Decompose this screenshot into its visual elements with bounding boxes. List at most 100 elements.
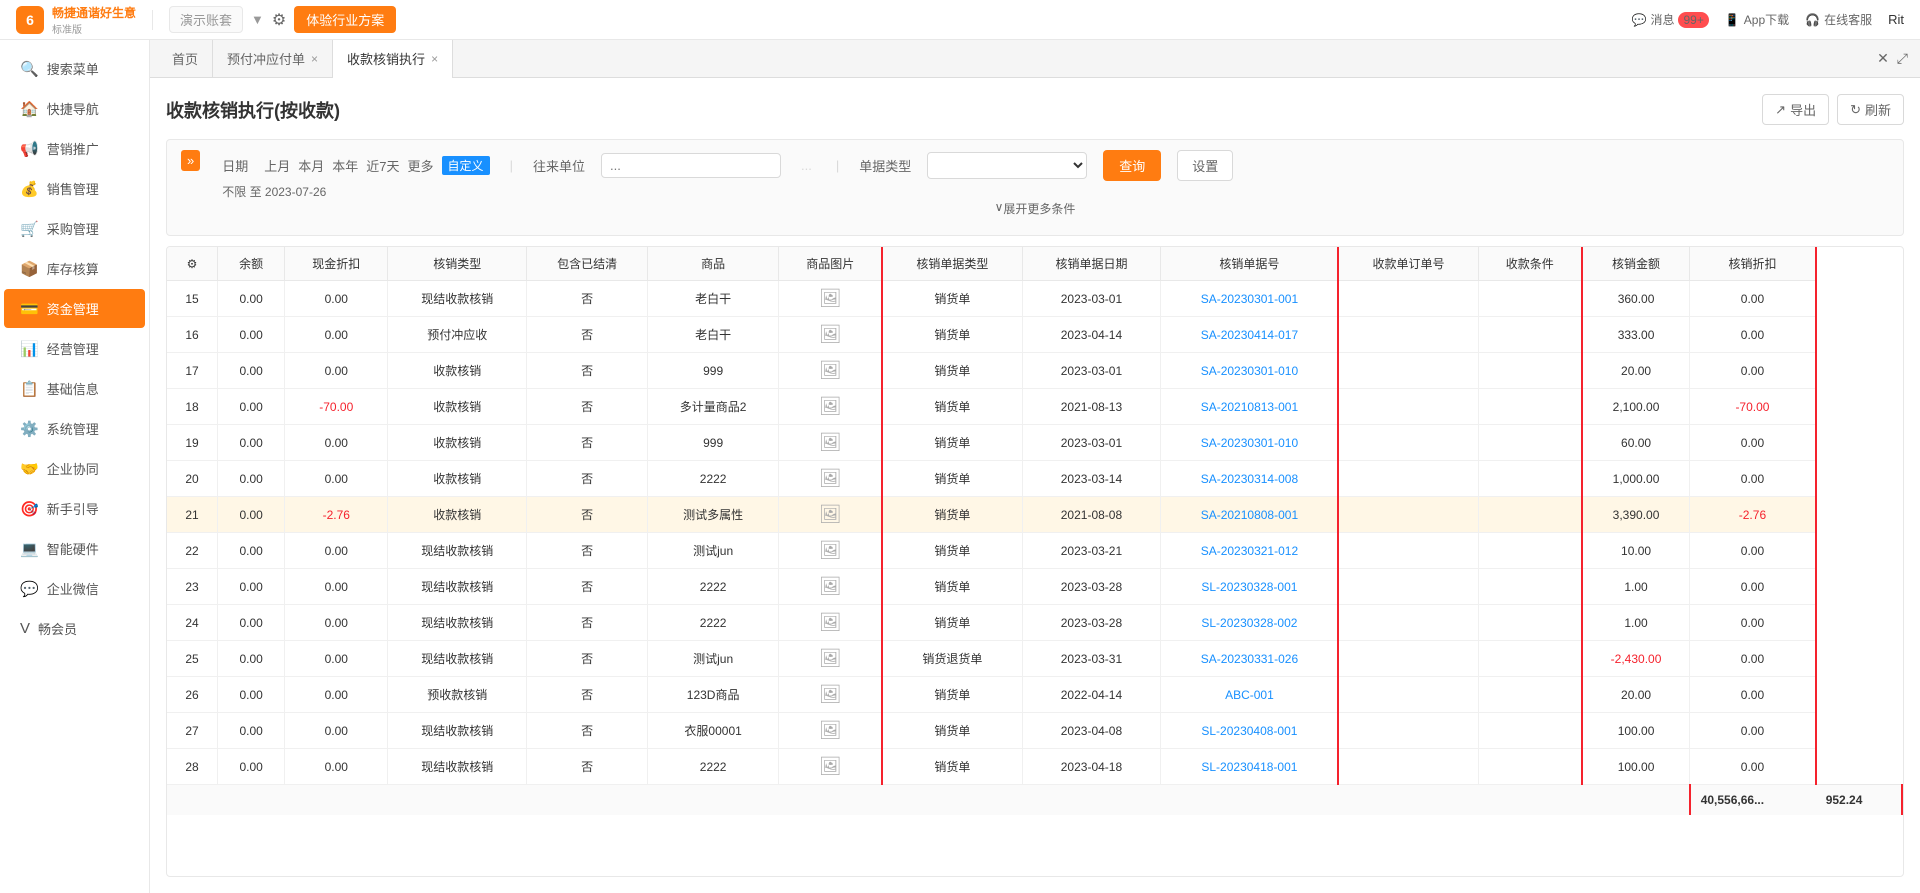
row-no: 27 — [167, 713, 218, 749]
sidebar-label-member: 畅会员 — [38, 619, 77, 638]
app-download-btn[interactable]: 📱 App下载 — [1725, 11, 1789, 28]
row-doc-date: 2023-04-14 — [1022, 317, 1161, 353]
row-doc-no[interactable]: SA-20230321-012 — [1161, 533, 1339, 569]
row-doc-no[interactable]: SA-20230414-017 — [1161, 317, 1339, 353]
sidebar-item-inventory[interactable]: 📦库存核算 — [4, 249, 145, 288]
row-doc-type: 销货单 — [882, 713, 1022, 749]
row-no: 18 — [167, 389, 218, 425]
row-doc-no[interactable]: SL-20230408-001 — [1161, 713, 1339, 749]
tab-close-prepay[interactable]: × — [311, 52, 318, 66]
main-layout: 🔍搜索菜单🏠快捷导航📢营销推广💰销售管理🛒采购管理📦库存核算💳资金管理📊经营管理… — [0, 40, 1920, 893]
this-month-link[interactable]: 本月 — [298, 156, 324, 175]
this-year-link[interactable]: 本年 — [332, 156, 358, 175]
sidebar-item-guide[interactable]: 🎯新手引导 — [4, 489, 145, 528]
row-cash-discount: 0.00 — [285, 353, 388, 389]
goods-image-icon: 🖼 — [819, 396, 842, 416]
th-doc_date: 核销单据日期 — [1022, 247, 1161, 281]
data-table: ⚙余额现金折扣核销类型包含已结清商品商品图片核销单据类型核销单据日期核销单据号收… — [167, 247, 1903, 815]
maximize-btn[interactable]: ⤢ — [1897, 50, 1908, 67]
sidebar-item-basic[interactable]: 📋基础信息 — [4, 369, 145, 408]
row-order-no — [1338, 713, 1478, 749]
row-doc-no[interactable]: SL-20230328-002 — [1161, 605, 1339, 641]
row-order-no — [1338, 497, 1478, 533]
row-include-settled: 否 — [527, 353, 648, 389]
sidebar-icon-collab: 🤝 — [20, 460, 39, 478]
gear-icon[interactable]: ⚙ — [272, 10, 286, 30]
row-doc-no[interactable]: SA-20230301-001 — [1161, 281, 1339, 317]
row-cash-discount: 0.00 — [285, 569, 388, 605]
row-balance: 0.00 — [218, 389, 285, 425]
row-write-off-type: 现结收款核销 — [388, 533, 527, 569]
goods-image-icon: 🖼 — [819, 324, 842, 344]
export-btn[interactable]: ↗ 导出 — [1762, 94, 1829, 125]
expand-conditions[interactable]: ∨ 展开更多条件 — [181, 200, 1889, 217]
sidebar-item-marketing[interactable]: 📢营销推广 — [4, 129, 145, 168]
row-include-settled: 否 — [527, 749, 648, 785]
goods-image-icon: 🖼 — [819, 684, 842, 704]
sidebar-item-system[interactable]: ⚙️系统管理 — [4, 409, 145, 448]
row-doc-no[interactable]: SL-20230418-001 — [1161, 749, 1339, 785]
last-month-link[interactable]: 上月 — [264, 156, 290, 175]
settings-btn[interactable]: 设置 — [1177, 150, 1233, 181]
dropdown-icon[interactable]: ▼ — [251, 12, 264, 27]
row-cash-discount: 0.00 — [285, 281, 388, 317]
footer-total-amount: 40,556,66... — [1690, 785, 1816, 816]
row-balance: 0.00 — [218, 317, 285, 353]
sidebar-item-collab[interactable]: 🤝企业协同 — [4, 449, 145, 488]
row-no: 26 — [167, 677, 218, 713]
row-goods: 2222 — [648, 569, 779, 605]
row-goods-img: 🖼 — [779, 497, 883, 533]
sidebar-item-finance[interactable]: 💳资金管理 — [4, 289, 145, 328]
close-window-btn[interactable]: ✕ — [1877, 50, 1889, 67]
refresh-btn[interactable]: ↻ 刷新 — [1837, 94, 1904, 125]
sidebar-item-search[interactable]: 🔍搜索菜单 — [4, 49, 145, 88]
sidebar-item-member[interactable]: V畅会员 — [4, 609, 145, 648]
tab-collection[interactable]: 收款核销执行× — [333, 40, 453, 78]
sidebar-item-wechat[interactable]: 💬企业微信 — [4, 569, 145, 608]
sidebar-icon-guide: 🎯 — [20, 500, 39, 518]
row-receipt-cond — [1478, 713, 1582, 749]
counterpart-input[interactable] — [601, 153, 781, 178]
filter-toggle-btn[interactable]: » — [181, 150, 200, 171]
company-name[interactable]: 演示账套 — [169, 6, 243, 33]
more-link[interactable]: 更多 — [408, 156, 434, 175]
doc-type-select[interactable] — [927, 152, 1087, 179]
query-btn[interactable]: 查询 — [1103, 150, 1161, 181]
row-include-settled: 否 — [527, 533, 648, 569]
goods-image-icon: 🖼 — [819, 720, 842, 740]
row-goods: 2222 — [648, 605, 779, 641]
custom-link[interactable]: 自定义 — [442, 156, 490, 175]
industry-btn[interactable]: 体验行业方案 — [294, 6, 396, 33]
last7-link[interactable]: 近7天 — [366, 156, 399, 175]
row-goods: 999 — [648, 425, 779, 461]
tab-close-collection[interactable]: × — [431, 52, 438, 66]
row-doc-no[interactable]: SA-20210808-001 — [1161, 497, 1339, 533]
row-doc-no[interactable]: SA-20230301-010 — [1161, 425, 1339, 461]
row-cash-discount: -70.00 — [285, 389, 388, 425]
sidebar-item-hardware[interactable]: 💻智能硬件 — [4, 529, 145, 568]
row-doc-no[interactable]: SA-20230314-008 — [1161, 461, 1339, 497]
sidebar-item-operation[interactable]: 📊经营管理 — [4, 329, 145, 368]
goods-image-icon: 🖼 — [819, 468, 842, 488]
tab-prepay[interactable]: 预付冲应付单× — [213, 40, 333, 78]
row-include-settled: 否 — [527, 425, 648, 461]
row-cash-discount: 0.00 — [285, 713, 388, 749]
row-doc-no[interactable]: ABC-001 — [1161, 677, 1339, 713]
sidebar-item-quicknav[interactable]: 🏠快捷导航 — [4, 89, 145, 128]
row-doc-no[interactable]: SA-20230301-010 — [1161, 353, 1339, 389]
tab-home[interactable]: 首页 — [158, 40, 213, 78]
row-doc-no[interactable]: SL-20230328-001 — [1161, 569, 1339, 605]
sidebar-item-purchase[interactable]: 🛒采购管理 — [4, 209, 145, 248]
row-write-off-amount: 10.00 — [1582, 533, 1690, 569]
row-balance: 0.00 — [218, 533, 285, 569]
online-service-btn[interactable]: 🎧 在线客服 — [1805, 11, 1872, 28]
message-btn[interactable]: 💬 消息 99+ — [1632, 11, 1709, 28]
table-row: 250.000.00现结收款核销否测试jun🖼销货退货单2023-03-31SA… — [167, 641, 1902, 677]
user-name[interactable]: Rit — [1888, 12, 1904, 27]
sidebar-item-sales[interactable]: 💰销售管理 — [4, 169, 145, 208]
row-doc-no[interactable]: SA-20210813-001 — [1161, 389, 1339, 425]
row-doc-no[interactable]: SA-20230331-026 — [1161, 641, 1339, 677]
row-write-off-type: 现结收款核销 — [388, 281, 527, 317]
row-goods-img: 🖼 — [779, 353, 883, 389]
th-write_off_amount: 核销金额 — [1582, 247, 1690, 281]
